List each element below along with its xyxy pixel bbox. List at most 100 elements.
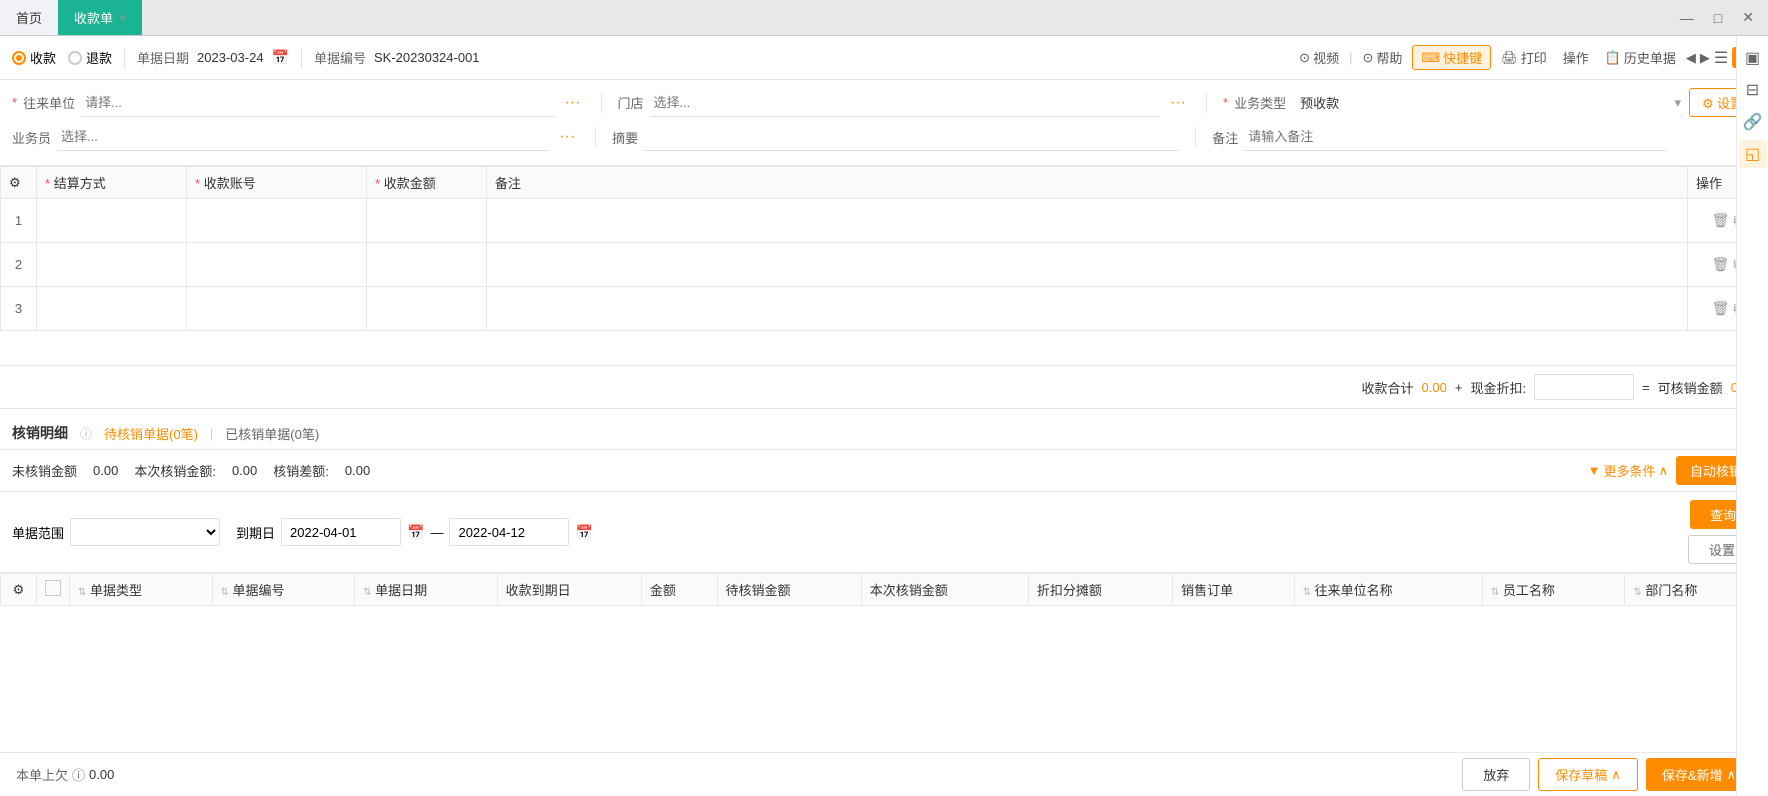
th-jiesuan-label: 结算方式 <box>54 176 106 191</box>
range-field: 单据范围 <box>12 518 220 546</box>
print-btn[interactable]: 🖨 打印 <box>1495 46 1553 69</box>
footer: 本单上欠 ⓘ 0.00 放弃 保存草稿 ∧ 保存&新增 ∧ <box>0 752 1768 796</box>
partner-field: * 往来单位 ··· <box>12 89 585 117</box>
form-row-2: 业务员 ··· 摘要 备注 <box>12 123 1756 151</box>
tab-done[interactable]: 已核销单据(0笔) <box>225 424 319 443</box>
hexiao-info-icon[interactable]: ⓘ <box>80 425 92 442</box>
row-1-delete-icon[interactable]: 🗑 <box>1712 212 1730 229</box>
th-settings[interactable]: ⚙ <box>1 167 37 199</box>
filter-row: 单据范围 到期日 📅 — 📅 查询 设置 <box>0 492 1768 573</box>
save-draft-btn[interactable]: 保存草稿 ∧ <box>1538 758 1638 791</box>
partner-input[interactable] <box>81 89 554 117</box>
bottom-table-header: ⚙ ⇅ 单据类型 ⇅ 单据编号 ⇅ <box>1 574 1768 606</box>
th-sales-order: 销售订单 <box>1173 574 1294 606</box>
plus-sign: + <box>1455 380 1463 395</box>
close-btn[interactable]: ✕ <box>1736 7 1760 28</box>
summary-row: 收款合计 0.00 + 现金折扣: = 可核销金额 0.00 <box>0 366 1768 409</box>
bill-no-value[interactable]: SK-20230324-001 <box>374 50 480 65</box>
summary-input[interactable] <box>644 123 1179 151</box>
abandon-btn[interactable]: 放弃 <box>1462 758 1530 791</box>
range-select[interactable] <box>70 518 220 546</box>
row-3-delete-icon[interactable]: 🗑 <box>1712 300 1730 317</box>
current-label: 本次核销金额: <box>134 461 216 480</box>
calendar-from-icon[interactable]: 📅 <box>407 524 424 541</box>
total-label: 收款合计 <box>1362 378 1414 397</box>
th-partner-name: ⇅ 往来单位名称 <box>1294 574 1482 606</box>
discount-input[interactable] <box>1534 374 1634 400</box>
row-1-amount[interactable] <box>367 199 487 243</box>
shortcut-btn[interactable]: ⌨ 快捷键 <box>1412 45 1491 70</box>
th-account: * 收款账号 <box>187 167 367 199</box>
diff-label: 核销差额: <box>273 461 329 480</box>
biz-type-dropdown-icon[interactable]: ▾ <box>1674 95 1681 111</box>
history-btn[interactable]: 📋 历史单据 <box>1599 46 1682 69</box>
field-sep-1 <box>601 93 602 113</box>
chevron-up-icon: ∧ <box>1658 463 1668 479</box>
row-3-amount[interactable] <box>367 287 487 331</box>
row-1-jiesuan[interactable] <box>37 199 187 243</box>
tab-active[interactable]: 收款单 × <box>58 0 142 35</box>
date-to-input[interactable] <box>449 518 569 546</box>
th-remark: 备注 <box>487 167 1688 199</box>
footer-value: 0.00 <box>89 767 114 782</box>
calendar-to-icon[interactable]: 📅 <box>575 524 592 541</box>
th-due-date: 收款到期日 <box>497 574 641 606</box>
row-2-account[interactable] <box>187 243 367 287</box>
biz-required-star: * <box>1223 95 1228 110</box>
range-label: 单据范围 <box>12 523 64 542</box>
row-1-remark[interactable] <box>487 199 1688 243</box>
nav-next-icon[interactable]: ▶ <box>1700 50 1710 66</box>
nav-prev-icon[interactable]: ◀ <box>1686 50 1696 66</box>
row-2-remark[interactable] <box>487 243 1688 287</box>
salesman-input[interactable] <box>57 123 549 151</box>
sidebar-expand-icon[interactable]: ◱ <box>1739 140 1767 168</box>
tab-pending[interactable]: 待核销单据(0笔) <box>104 424 198 443</box>
store-more-btn[interactable]: ··· <box>1166 94 1190 112</box>
calendar-icon[interactable]: 📅 <box>272 49 289 66</box>
header-checkbox[interactable] <box>45 580 61 596</box>
th-cb[interactable] <box>37 574 70 606</box>
toolbar: 收款 退款 单据日期 2023-03-24 📅 单据编号 SK-20230324… <box>0 36 1768 80</box>
sidebar-link-icon[interactable]: 🔗 <box>1739 108 1767 136</box>
radio-refund[interactable]: 退款 <box>68 48 112 67</box>
radio-receipt[interactable]: 收款 <box>12 48 56 67</box>
sidebar-table-icon[interactable]: ▣ <box>1739 44 1767 72</box>
divider-1 <box>124 48 125 68</box>
action-btn[interactable]: 操作 <box>1557 46 1595 69</box>
sidebar-list-icon[interactable]: ⊟ <box>1739 76 1767 104</box>
minimize-btn[interactable]: — <box>1674 8 1700 28</box>
maximize-btn[interactable]: □ <box>1708 8 1728 28</box>
salesman-more-btn[interactable]: ··· <box>555 128 579 146</box>
store-input[interactable] <box>650 89 1161 117</box>
nav-arrows: ◀ ▶ <box>1686 50 1710 66</box>
more-filter-btn[interactable]: ▼ 更多条件 ∧ <box>1588 461 1668 480</box>
list-view-icon[interactable]: ☰ <box>1714 48 1728 68</box>
row-3-jiesuan[interactable] <box>37 287 187 331</box>
th-settings-2[interactable]: ⚙ <box>1 574 37 606</box>
footer-btns: 放弃 保存草稿 ∧ 保存&新增 ∧ <box>1462 758 1752 791</box>
remark-field: 备注 <box>1212 123 1666 151</box>
row-3-account[interactable] <box>187 287 367 331</box>
right-sidebar: ▣ ⊟ 🔗 ◱ <box>1736 36 1768 796</box>
date-value[interactable]: 2023-03-24 <box>197 50 264 65</box>
row-1-account[interactable] <box>187 199 367 243</box>
row-num-2: 2 <box>1 243 37 287</box>
save-new-chevron-icon: ∧ <box>1726 767 1736 783</box>
footer-info-icon[interactable]: ⓘ <box>72 765 85 784</box>
radio-receipt-circle <box>12 51 26 65</box>
shortcut-label: 快捷键 <box>1443 48 1482 67</box>
row-2-jiesuan[interactable] <box>37 243 187 287</box>
row-2-delete-icon[interactable]: 🗑 <box>1712 256 1730 273</box>
partner-more-btn[interactable]: ··· <box>561 94 585 112</box>
help-btn[interactable]: ⊙ 帮助 <box>1356 46 1408 69</box>
row-3-remark[interactable] <box>487 287 1688 331</box>
tab-home[interactable]: 首页 <box>0 0 58 35</box>
date-from-input[interactable] <box>281 518 401 546</box>
th-discount-share: 折扣分摊额 <box>1028 574 1172 606</box>
video-btn[interactable]: ⊙ 视频 <box>1293 46 1345 69</box>
footer-info: 本单上欠 ⓘ 0.00 <box>16 765 114 784</box>
field-sep-3 <box>595 127 596 147</box>
remark-input[interactable] <box>1244 123 1666 151</box>
row-2-amount[interactable] <box>367 243 487 287</box>
tab-close-icon[interactable]: × <box>119 11 126 25</box>
